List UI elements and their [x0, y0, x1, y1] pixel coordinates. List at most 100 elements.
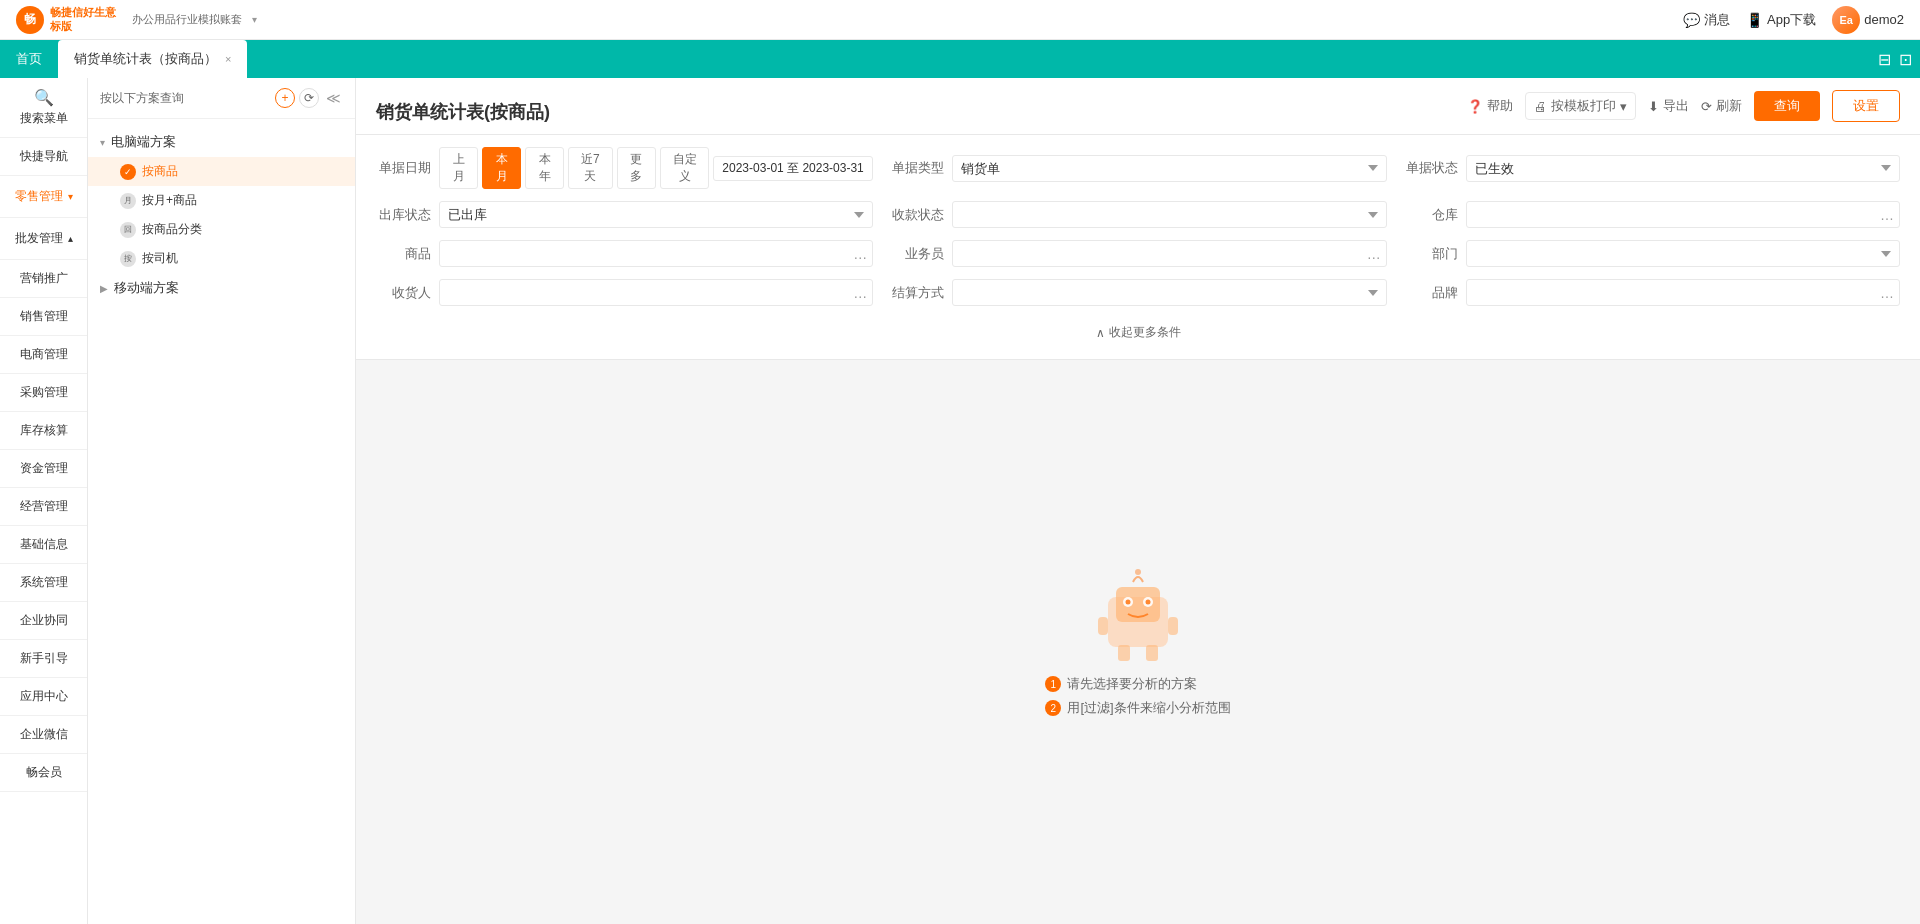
- filter-collect-status: 收款状态: [889, 201, 1386, 228]
- collect-label: 收款状态: [889, 206, 944, 224]
- scheme-item-by-driver[interactable]: 按 按司机: [88, 244, 355, 273]
- empty-tip-2: 2 用[过滤]条件来缩小分析范围: [1045, 699, 1230, 717]
- brand-input[interactable]: [1466, 279, 1900, 306]
- staff-label: 业务员: [889, 245, 944, 263]
- top-header: 畅 畅捷信好生意 标版 办公用品行业模拟账套 ▾ 💬 消息 📱 App下载 Ea…: [0, 0, 1920, 40]
- receiver-input[interactable]: [439, 279, 873, 306]
- settings-button[interactable]: 设置: [1832, 90, 1900, 122]
- date-range-display[interactable]: 2023-03-01 至 2023-03-31: [713, 156, 873, 181]
- main-container: 🔍 搜索菜单 快捷导航 零售管理 ▾ 批发管理 ▴ 营销推广 销售管理 电商管理…: [0, 78, 1920, 924]
- message-action[interactable]: 💬 消息: [1683, 11, 1730, 29]
- export-action[interactable]: ⬇ 导出: [1648, 97, 1689, 115]
- btn-last-month[interactable]: 上月: [439, 147, 478, 189]
- scheme-item-by-category[interactable]: 回 按商品分类: [88, 215, 355, 244]
- filter-warehouse2: 仓库 …: [1403, 201, 1900, 228]
- sidebar-item-ecommerce[interactable]: 电商管理: [0, 336, 87, 374]
- goods-input[interactable]: [439, 240, 873, 267]
- empty-state: 1 请先选择要分析的方案 2 用[过滤]条件来缩小分析范围: [356, 360, 1920, 924]
- collapse-more-btn[interactable]: ∧ 收起更多条件: [376, 318, 1900, 347]
- collect-select[interactable]: [952, 201, 1386, 228]
- help-action[interactable]: ❓ 帮助: [1467, 97, 1513, 115]
- scheme-month-icon: 月: [120, 193, 136, 209]
- sidebar-item-marketing[interactable]: 营销推广: [0, 260, 87, 298]
- sidebar-item-purchase[interactable]: 采购管理: [0, 374, 87, 412]
- sidebar-item-quick-nav[interactable]: 快捷导航: [0, 138, 87, 176]
- svg-point-10: [1135, 569, 1141, 575]
- mobile-scheme-group[interactable]: ▶ 移动端方案: [88, 273, 355, 303]
- filter-doc-status: 单据状态 已生效: [1403, 155, 1900, 182]
- app-download-action[interactable]: 📱 App下载: [1746, 11, 1816, 29]
- svg-rect-6: [1098, 617, 1108, 635]
- scheme-header: 按以下方案查询 + ⟳ ≪: [88, 78, 355, 119]
- sidebar-item-wholesale[interactable]: 批发管理 ▴: [0, 218, 87, 260]
- message-icon: 💬: [1683, 12, 1700, 28]
- sidebar-item-sales[interactable]: 销售管理: [0, 298, 87, 336]
- tab-home[interactable]: 首页: [0, 40, 58, 78]
- logo-area: 畅 畅捷信好生意 标版: [16, 6, 116, 34]
- header-left: 畅 畅捷信好生意 标版 办公用品行业模拟账套 ▾: [16, 6, 257, 34]
- filter-brand: 品牌 …: [1403, 279, 1900, 306]
- sidebar-item-search[interactable]: 🔍 搜索菜单: [0, 78, 87, 138]
- app-dropdown-arrow[interactable]: ▾: [252, 14, 257, 25]
- brand-wrapper: …: [1466, 279, 1900, 306]
- btn-current-month[interactable]: 本月: [482, 147, 521, 189]
- scheme-section: ▾ 电脑端方案 ✓ 按商品 月 按月+商品 回 按商品分类 按 按司机: [88, 119, 355, 311]
- sidebar-item-enterprise[interactable]: 企业协同: [0, 602, 87, 640]
- doc-type-control: 销货单: [952, 155, 1386, 182]
- tab-sales-stats[interactable]: 销货单统计表（按商品） ×: [58, 40, 247, 78]
- doc-status-select[interactable]: 已生效: [1466, 155, 1900, 182]
- add-scheme-btn[interactable]: +: [275, 88, 295, 108]
- goods-wrapper: …: [439, 240, 873, 267]
- filter-row-4: 收货人 … 结算方式: [376, 279, 1900, 306]
- warehouse-status-select[interactable]: 已出库: [439, 201, 873, 228]
- btn-current-year[interactable]: 本年: [525, 147, 564, 189]
- filter-settle: 结算方式: [889, 279, 1386, 306]
- tab-close-icon[interactable]: ×: [225, 53, 231, 65]
- print-dropdown-icon: ▾: [1620, 99, 1627, 114]
- btn-last-7days[interactable]: 近7天: [568, 147, 613, 189]
- staff-input[interactable]: [952, 240, 1386, 267]
- receiver-dots-icon[interactable]: …: [853, 285, 867, 301]
- brand-dots-icon[interactable]: …: [1880, 285, 1894, 301]
- dept-select[interactable]: [1466, 240, 1900, 267]
- query-button[interactable]: 查询: [1754, 91, 1820, 121]
- tab-minimize-icon[interactable]: ⊟: [1878, 50, 1891, 69]
- user-area[interactable]: Ea demo2: [1832, 6, 1904, 34]
- scheme-panel: 按以下方案查询 + ⟳ ≪ ▾ 电脑端方案 ✓ 按商品 月 按月+: [88, 78, 356, 924]
- sidebar-item-wechat[interactable]: 企业微信: [0, 716, 87, 754]
- filter-doc-type: 单据类型 销货单: [889, 155, 1386, 182]
- dept-control: [1466, 240, 1900, 267]
- sidebar-item-member[interactable]: 畅会员: [0, 754, 87, 792]
- sidebar-item-retail[interactable]: 零售管理 ▾: [0, 176, 87, 218]
- scheme-header-title: 按以下方案查询: [100, 90, 184, 107]
- tab-maximize-icon[interactable]: ⊡: [1899, 50, 1912, 69]
- btn-more-date[interactable]: 更多: [617, 147, 656, 189]
- scheme-item-by-month-goods[interactable]: 月 按月+商品: [88, 186, 355, 215]
- date-label: 单据日期: [376, 159, 431, 177]
- btn-custom-date[interactable]: 自定义: [660, 147, 710, 189]
- empty-illustration: [1078, 567, 1198, 667]
- sidebar-item-inventory[interactable]: 库存核算: [0, 412, 87, 450]
- page-actions: ❓ 帮助 🖨 按模板打印 ▾ ⬇ 导出 ⟳ 刷新: [1467, 90, 1900, 134]
- sidebar-item-basic[interactable]: 基础信息: [0, 526, 87, 564]
- sidebar-item-operations[interactable]: 经营管理: [0, 488, 87, 526]
- sidebar-item-appcenter[interactable]: 应用中心: [0, 678, 87, 716]
- refresh-scheme-btn[interactable]: ⟳: [299, 88, 319, 108]
- goods-dots-icon[interactable]: …: [853, 246, 867, 262]
- sidebar-item-tutorial[interactable]: 新手引导: [0, 640, 87, 678]
- receiver-label: 收货人: [376, 284, 431, 302]
- scheme-item-by-goods[interactable]: ✓ 按商品: [88, 157, 355, 186]
- sidebar-item-system[interactable]: 系统管理: [0, 564, 87, 602]
- staff-dots-icon[interactable]: …: [1367, 246, 1381, 262]
- doc-type-select[interactable]: 销货单: [952, 155, 1386, 182]
- refresh-action[interactable]: ⟳ 刷新: [1701, 97, 1742, 115]
- scheme-driver-icon: 按: [120, 251, 136, 267]
- filter-table-panel: 销货单统计表(按商品) ❓ 帮助 🖨 按模板打印 ▾ ⬇ 导出: [356, 78, 1920, 924]
- sidebar-item-finance[interactable]: 资金管理: [0, 450, 87, 488]
- collapse-scheme-btn[interactable]: ≪: [323, 88, 343, 108]
- warehouse2-input[interactable]: [1466, 201, 1900, 228]
- pc-scheme-group[interactable]: ▾ 电脑端方案: [88, 127, 355, 157]
- print-action[interactable]: 🖨 按模板打印 ▾: [1525, 92, 1636, 120]
- warehouse2-dots-icon[interactable]: …: [1880, 207, 1894, 223]
- settle-select[interactable]: [952, 279, 1386, 306]
